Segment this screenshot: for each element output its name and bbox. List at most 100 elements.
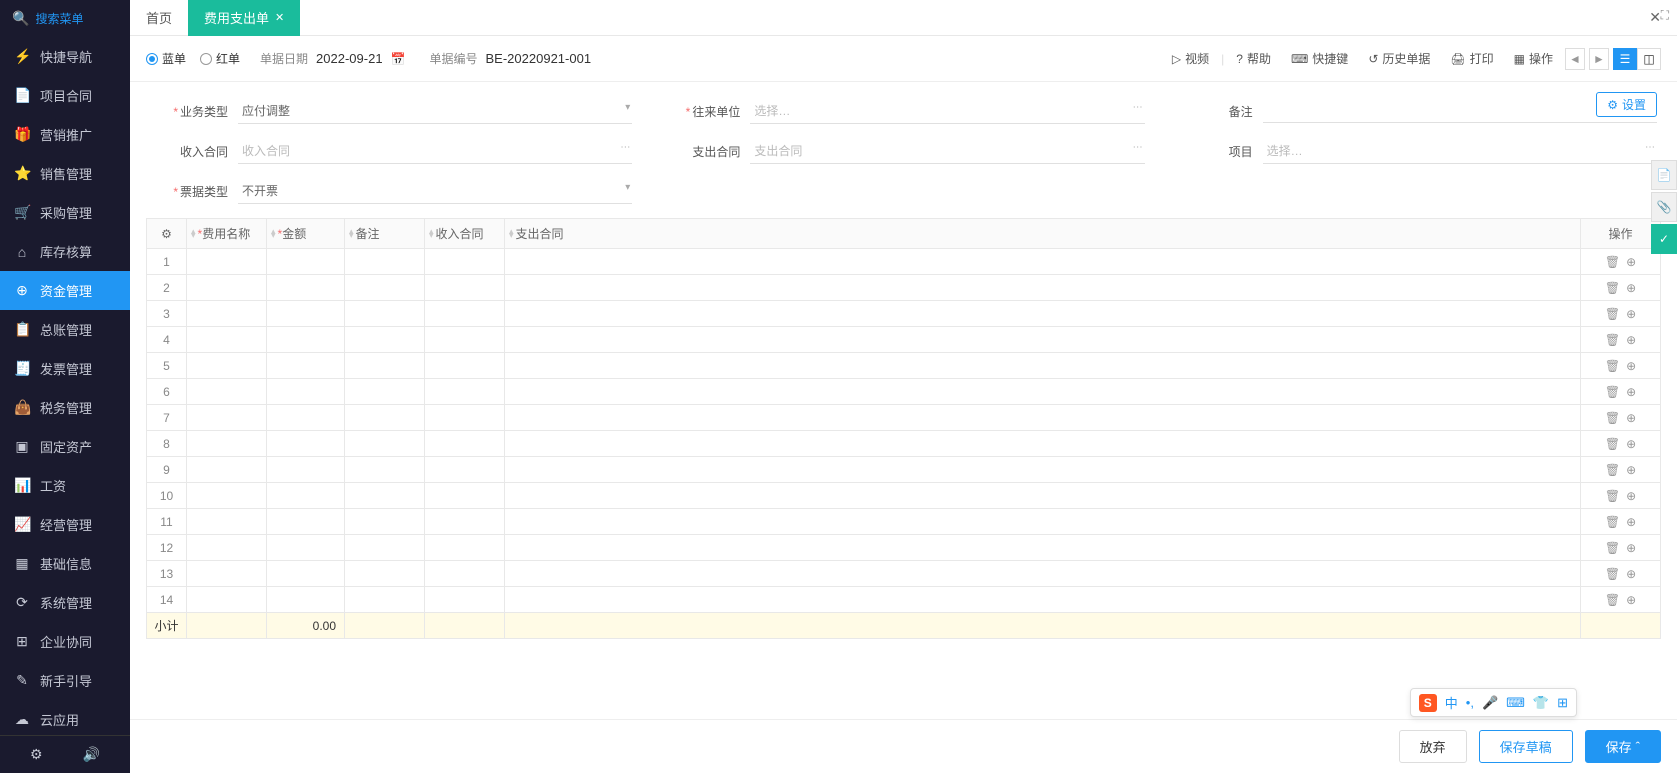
next-record-button[interactable]: ► xyxy=(1589,48,1609,70)
cell-remark[interactable] xyxy=(345,405,425,431)
cell-expense[interactable] xyxy=(505,405,1581,431)
sidebar-search[interactable]: 🔍 搜索菜单 xyxy=(0,0,130,37)
cell-amount[interactable] xyxy=(267,301,345,327)
cell-amount[interactable] xyxy=(267,431,345,457)
cell-expense[interactable] xyxy=(505,379,1581,405)
cell-amount[interactable] xyxy=(267,535,345,561)
cell-remark[interactable] xyxy=(345,327,425,353)
invoice-select[interactable]: 不开票▾ xyxy=(238,178,632,204)
cell-amount[interactable] xyxy=(267,275,345,301)
delete-icon[interactable]: 🗑 xyxy=(1605,515,1620,529)
table-row[interactable]: 11🗑⊕ xyxy=(147,509,1661,535)
cell-expense[interactable] xyxy=(505,535,1581,561)
copy-icon[interactable]: ⊕ xyxy=(1626,359,1636,373)
cell-amount[interactable] xyxy=(267,587,345,613)
cell-income[interactable] xyxy=(425,327,505,353)
cell-name[interactable] xyxy=(187,483,267,509)
cell-remark[interactable] xyxy=(345,249,425,275)
cell-expense[interactable] xyxy=(505,353,1581,379)
copy-icon[interactable]: ⊕ xyxy=(1626,411,1636,425)
delete-icon[interactable]: 🗑 xyxy=(1605,411,1620,425)
side-tool-confirm[interactable]: ✓ xyxy=(1651,224,1677,254)
copy-icon[interactable]: ⊕ xyxy=(1626,567,1636,581)
sidebar-item-5[interactable]: ⌂库存核算 xyxy=(0,232,130,271)
table-row[interactable]: 7🗑⊕ xyxy=(147,405,1661,431)
table-row[interactable]: 8🗑⊕ xyxy=(147,431,1661,457)
tab-expense-bill[interactable]: 费用支出单 ✕ xyxy=(188,0,300,36)
cell-name[interactable] xyxy=(187,353,267,379)
cell-name[interactable] xyxy=(187,457,267,483)
income-select[interactable]: 收入合同⋯ xyxy=(238,138,632,164)
help-button[interactable]: ?帮助 xyxy=(1228,46,1279,71)
ime-grid-icon[interactable]: ⊞ xyxy=(1557,695,1568,711)
cell-amount[interactable] xyxy=(267,457,345,483)
cell-remark[interactable] xyxy=(345,353,425,379)
cell-income[interactable] xyxy=(425,483,505,509)
table-row[interactable]: 13🗑⊕ xyxy=(147,561,1661,587)
ime-lang[interactable]: 中 xyxy=(1445,693,1458,712)
prev-record-button[interactable]: ◄ xyxy=(1565,48,1585,70)
sidebar-item-13[interactable]: ▦基础信息 xyxy=(0,544,130,583)
cell-name[interactable] xyxy=(187,249,267,275)
table-row[interactable]: 6🗑⊕ xyxy=(147,379,1661,405)
copy-icon[interactable]: ⊕ xyxy=(1626,437,1636,451)
save-button[interactable]: 保存ˆ xyxy=(1585,730,1661,763)
delete-icon[interactable]: 🗑 xyxy=(1605,437,1620,451)
cell-amount[interactable] xyxy=(267,561,345,587)
delete-icon[interactable]: 🗑 xyxy=(1605,333,1620,347)
cell-income[interactable] xyxy=(425,301,505,327)
cell-expense[interactable] xyxy=(505,587,1581,613)
col-income[interactable]: ▴▾收入合同 xyxy=(425,219,505,249)
table-row[interactable]: 12🗑⊕ xyxy=(147,535,1661,561)
settings-icon[interactable]: ⚙ xyxy=(30,746,43,763)
copy-icon[interactable]: ⊕ xyxy=(1626,307,1636,321)
sidebar-item-8[interactable]: 🧾发票管理 xyxy=(0,349,130,388)
partner-select[interactable]: 选择…⋯ xyxy=(750,98,1144,124)
cell-name[interactable] xyxy=(187,301,267,327)
cell-expense[interactable] xyxy=(505,249,1581,275)
cell-name[interactable] xyxy=(187,405,267,431)
delete-icon[interactable]: 🗑 xyxy=(1605,593,1620,607)
col-expense[interactable]: ▴▾支出合同 xyxy=(505,219,1581,249)
sidebar-item-11[interactable]: 📊工资 xyxy=(0,466,130,505)
calendar-icon[interactable]: 📅 xyxy=(391,52,406,66)
cell-amount[interactable] xyxy=(267,483,345,509)
view-card-button[interactable]: ◫ xyxy=(1637,48,1661,70)
delete-icon[interactable]: 🗑 xyxy=(1605,255,1620,269)
cell-remark[interactable] xyxy=(345,483,425,509)
cell-income[interactable] xyxy=(425,275,505,301)
sidebar-item-1[interactable]: 📄项目合同 xyxy=(0,76,130,115)
table-row[interactable]: 3🗑⊕ xyxy=(147,301,1661,327)
cell-name[interactable] xyxy=(187,535,267,561)
tab-home[interactable]: 首页 xyxy=(130,0,188,36)
cell-expense[interactable] xyxy=(505,561,1581,587)
copy-icon[interactable]: ⊕ xyxy=(1626,541,1636,555)
history-button[interactable]: ↺历史单据 xyxy=(1360,46,1438,71)
delete-icon[interactable]: 🗑 xyxy=(1605,307,1620,321)
view-list-button[interactable]: ☰ xyxy=(1613,48,1637,70)
cell-expense[interactable] xyxy=(505,457,1581,483)
project-select[interactable]: 选择…⋯ xyxy=(1263,138,1657,164)
cell-remark[interactable] xyxy=(345,535,425,561)
cell-remark[interactable] xyxy=(345,509,425,535)
side-tool-attach[interactable]: 📎 xyxy=(1651,192,1677,222)
sidebar-item-12[interactable]: 📈经营管理 xyxy=(0,505,130,544)
sidebar-item-10[interactable]: ▣固定资产 xyxy=(0,427,130,466)
cell-income[interactable] xyxy=(425,405,505,431)
cell-income[interactable] xyxy=(425,457,505,483)
cell-amount[interactable] xyxy=(267,379,345,405)
cell-income[interactable] xyxy=(425,379,505,405)
cell-amount[interactable] xyxy=(267,353,345,379)
delete-icon[interactable]: 🗑 xyxy=(1605,359,1620,373)
cell-income[interactable] xyxy=(425,431,505,457)
cell-remark[interactable] xyxy=(345,379,425,405)
cell-name[interactable] xyxy=(187,431,267,457)
copy-icon[interactable]: ⊕ xyxy=(1626,333,1636,347)
cell-expense[interactable] xyxy=(505,301,1581,327)
cell-remark[interactable] xyxy=(345,301,425,327)
close-icon[interactable]: ✕ xyxy=(275,11,284,24)
copy-icon[interactable]: ⊕ xyxy=(1626,515,1636,529)
table-row[interactable]: 1🗑⊕ xyxy=(147,249,1661,275)
cell-amount[interactable] xyxy=(267,249,345,275)
radio-blue[interactable]: 蓝单 xyxy=(146,50,186,67)
